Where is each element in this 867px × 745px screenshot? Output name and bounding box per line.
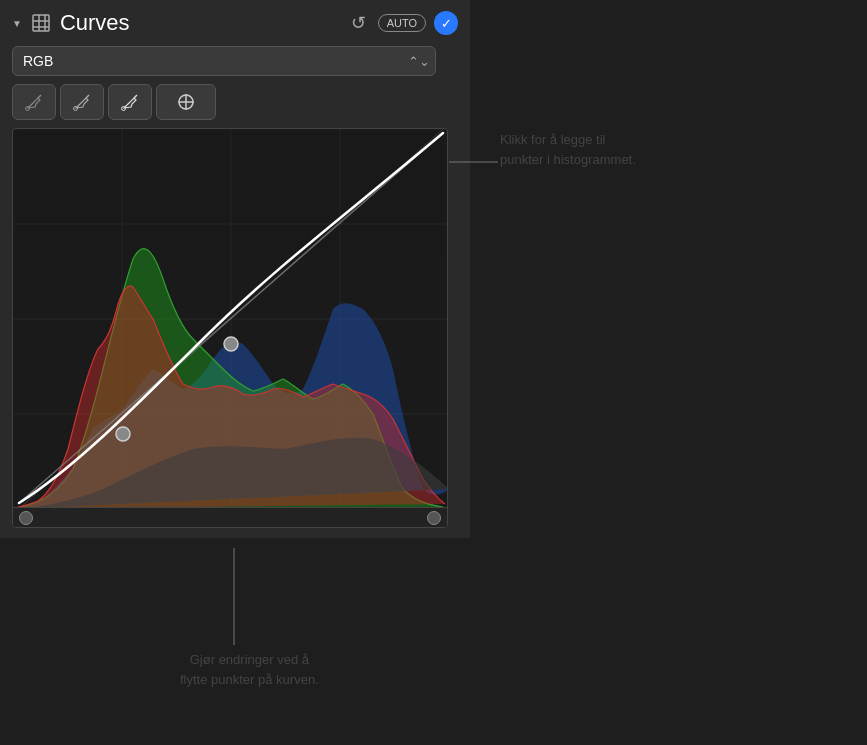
header-row: ▼ Curves ↺ AUTO ✓	[12, 10, 458, 36]
curve-histogram-area[interactable]	[12, 128, 448, 528]
panel-title: Curves	[60, 10, 339, 36]
svg-point-23	[224, 337, 238, 351]
gray-eyedropper-button[interactable]	[60, 84, 104, 120]
tools-row	[12, 84, 458, 120]
curve-bottom-bar	[13, 507, 447, 527]
right-handle[interactable]	[427, 511, 441, 525]
curves-grid-icon	[30, 12, 52, 34]
channel-select[interactable]: RGB Red Green Blue Luminance	[12, 46, 436, 76]
svg-line-9	[134, 95, 137, 98]
svg-rect-0	[33, 15, 49, 31]
svg-line-7	[86, 95, 89, 98]
left-handle[interactable]	[19, 511, 33, 525]
bottom-annotation: Gjør endringer ved åflytte punkter på ku…	[180, 650, 319, 689]
collapse-triangle-icon[interactable]: ▼	[12, 18, 22, 29]
svg-point-22	[116, 427, 130, 441]
auto-button[interactable]: AUTO	[378, 14, 426, 32]
confirm-button[interactable]: ✓	[434, 11, 458, 35]
undo-button[interactable]: ↺	[347, 10, 370, 36]
black-eyedropper-button[interactable]	[12, 84, 56, 120]
channel-row: RGB Red Green Blue Luminance ⌃⌄	[12, 46, 458, 76]
add-point-button[interactable]	[156, 84, 216, 120]
svg-line-5	[38, 95, 41, 98]
curves-panel: ▼ Curves ↺ AUTO ✓ RGB Red Green Blue Lum…	[0, 0, 470, 538]
white-eyedropper-button[interactable]	[108, 84, 152, 120]
right-annotation: Klikk for å legge tilpunkter i histogram…	[500, 130, 636, 169]
